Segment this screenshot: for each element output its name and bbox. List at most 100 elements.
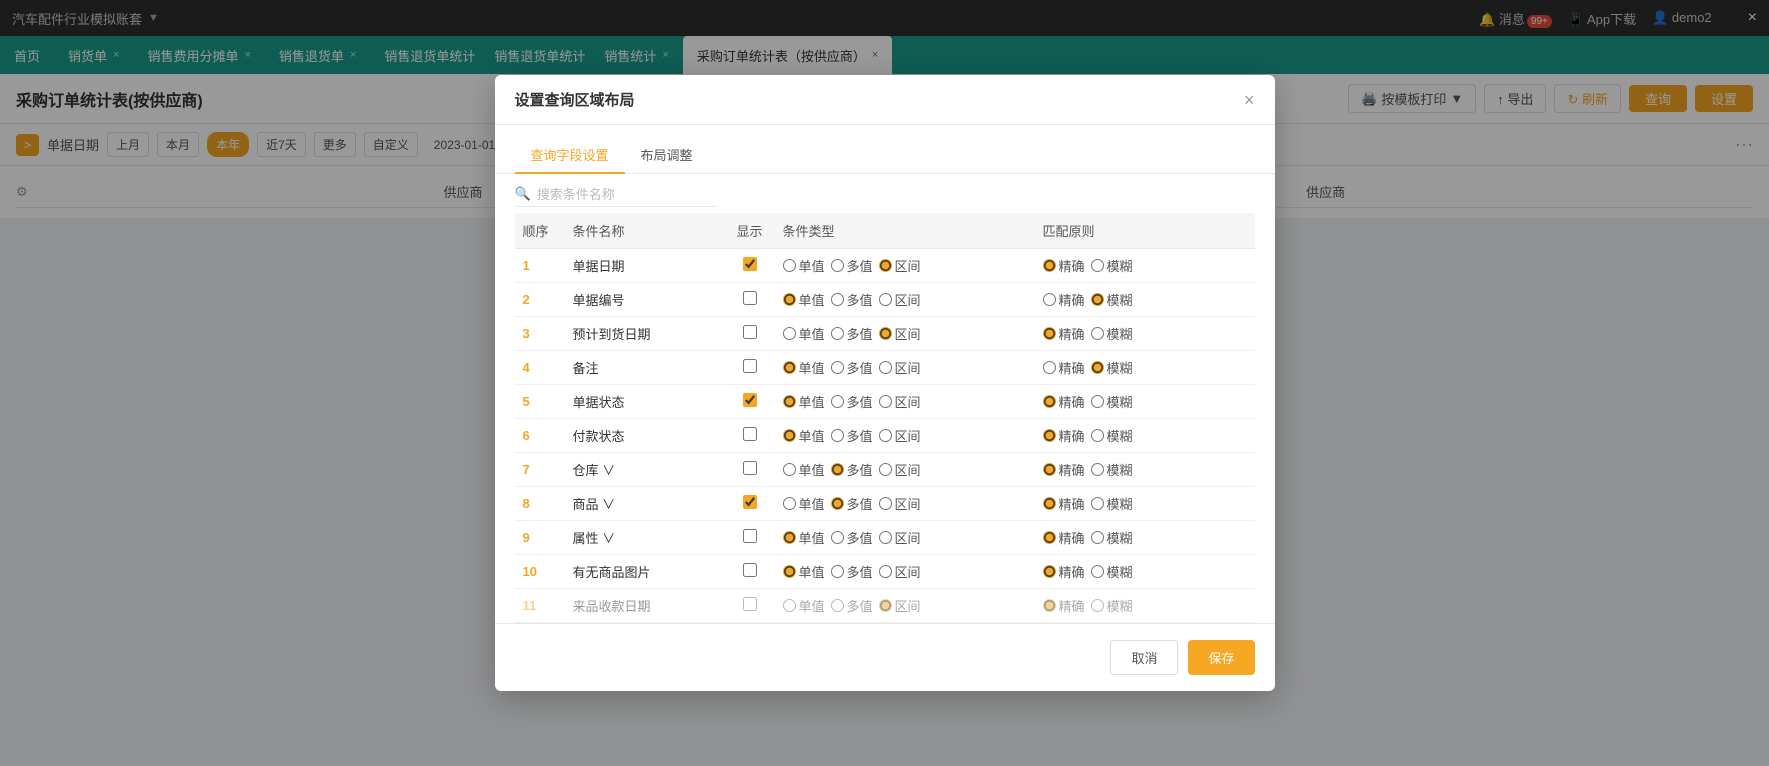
type-radio-label[interactable]: 区间 [879,324,921,343]
type-radio[interactable] [879,361,892,374]
match-radio[interactable] [1043,531,1056,544]
type-radio-label[interactable]: 区间 [879,460,921,479]
type-radio[interactable] [879,531,892,544]
type-radio[interactable] [831,429,844,442]
type-radio[interactable] [879,395,892,408]
match-radio-label[interactable]: 模糊 [1091,562,1133,581]
type-radio[interactable] [831,531,844,544]
type-radio-label[interactable]: 多值 [831,528,873,547]
type-radio[interactable] [783,463,796,476]
display-checkbox[interactable] [743,393,757,407]
type-radio-label[interactable]: 单值 [783,460,825,479]
type-radio[interactable] [783,497,796,510]
display-checkbox[interactable] [743,257,757,271]
match-radio-label[interactable]: 精确 [1043,324,1085,343]
type-radio-label[interactable]: 单值 [783,256,825,275]
match-radio[interactable] [1043,565,1056,578]
type-radio-label[interactable]: 单值 [783,426,825,445]
type-radio[interactable] [879,599,892,612]
display-checkbox[interactable] [743,597,757,611]
match-radio-label[interactable]: 精确 [1043,528,1085,547]
match-radio[interactable] [1091,463,1104,476]
save-button[interactable]: 保存 [1188,640,1254,675]
type-radio[interactable] [783,327,796,340]
display-checkbox[interactable] [743,563,757,577]
type-radio-label[interactable]: 区间 [879,596,921,615]
type-radio-label[interactable]: 区间 [879,290,921,309]
match-radio-label[interactable]: 模糊 [1091,596,1133,615]
type-radio-label[interactable]: 单值 [783,562,825,581]
type-radio-label[interactable]: 多值 [831,562,873,581]
type-radio-label[interactable]: 多值 [831,358,873,377]
match-radio[interactable] [1043,599,1056,612]
match-radio-label[interactable]: 精确 [1043,358,1085,377]
type-radio[interactable] [831,599,844,612]
type-radio-label[interactable]: 单值 [783,596,825,615]
match-radio[interactable] [1091,599,1104,612]
display-checkbox[interactable] [743,325,757,339]
display-checkbox[interactable] [743,359,757,373]
match-radio-label[interactable]: 模糊 [1091,324,1133,343]
match-radio[interactable] [1091,361,1104,374]
type-radio-label[interactable]: 多值 [831,290,873,309]
match-radio-label[interactable]: 模糊 [1091,528,1133,547]
match-radio[interactable] [1043,327,1056,340]
match-radio-label[interactable]: 精确 [1043,256,1085,275]
match-radio[interactable] [1091,395,1104,408]
match-radio[interactable] [1091,259,1104,272]
type-radio[interactable] [879,293,892,306]
modal-tab-layout[interactable]: 布局调整 [625,137,709,174]
type-radio[interactable] [783,565,796,578]
match-radio[interactable] [1091,429,1104,442]
modal-close-button[interactable]: × [1244,91,1255,109]
type-radio[interactable] [831,361,844,374]
match-radio[interactable] [1043,259,1056,272]
type-radio-label[interactable]: 单值 [783,528,825,547]
type-radio-label[interactable]: 多值 [831,494,873,513]
type-radio[interactable] [831,463,844,476]
type-radio-label[interactable]: 多值 [831,460,873,479]
type-radio[interactable] [783,361,796,374]
type-radio-label[interactable]: 区间 [879,426,921,445]
type-radio-label[interactable]: 单值 [783,290,825,309]
type-radio[interactable] [831,565,844,578]
modal-tab-query-fields[interactable]: 查询字段设置 [515,137,625,174]
type-radio[interactable] [783,429,796,442]
display-checkbox[interactable] [743,291,757,305]
display-checkbox[interactable] [743,529,757,543]
type-radio[interactable] [783,293,796,306]
type-radio[interactable] [879,565,892,578]
type-radio[interactable] [783,259,796,272]
type-radio[interactable] [783,395,796,408]
type-radio[interactable] [831,259,844,272]
match-radio[interactable] [1043,293,1056,306]
cancel-button[interactable]: 取消 [1110,640,1178,675]
type-radio-label[interactable]: 单值 [783,358,825,377]
type-radio-label[interactable]: 区间 [879,528,921,547]
match-radio[interactable] [1091,327,1104,340]
match-radio-label[interactable]: 模糊 [1091,256,1133,275]
type-radio-label[interactable]: 区间 [879,392,921,411]
match-radio-label[interactable]: 精确 [1043,290,1085,309]
match-radio[interactable] [1091,531,1104,544]
match-radio-label[interactable]: 模糊 [1091,290,1133,309]
type-radio-label[interactable]: 区间 [879,256,921,275]
type-radio[interactable] [879,497,892,510]
type-radio-label[interactable]: 区间 [879,562,921,581]
type-radio-label[interactable]: 区间 [879,358,921,377]
display-checkbox[interactable] [743,427,757,441]
match-radio-label[interactable]: 精确 [1043,426,1085,445]
match-radio[interactable] [1043,497,1056,510]
type-radio-label[interactable]: 多值 [831,392,873,411]
type-radio[interactable] [879,327,892,340]
type-radio[interactable] [831,293,844,306]
type-radio-label[interactable]: 单值 [783,494,825,513]
match-radio-label[interactable]: 精确 [1043,460,1085,479]
type-radio-label[interactable]: 多值 [831,596,873,615]
type-radio[interactable] [783,599,796,612]
match-radio-label[interactable]: 模糊 [1091,494,1133,513]
match-radio[interactable] [1043,361,1056,374]
match-radio-label[interactable]: 模糊 [1091,426,1133,445]
type-radio[interactable] [831,327,844,340]
match-radio[interactable] [1091,293,1104,306]
